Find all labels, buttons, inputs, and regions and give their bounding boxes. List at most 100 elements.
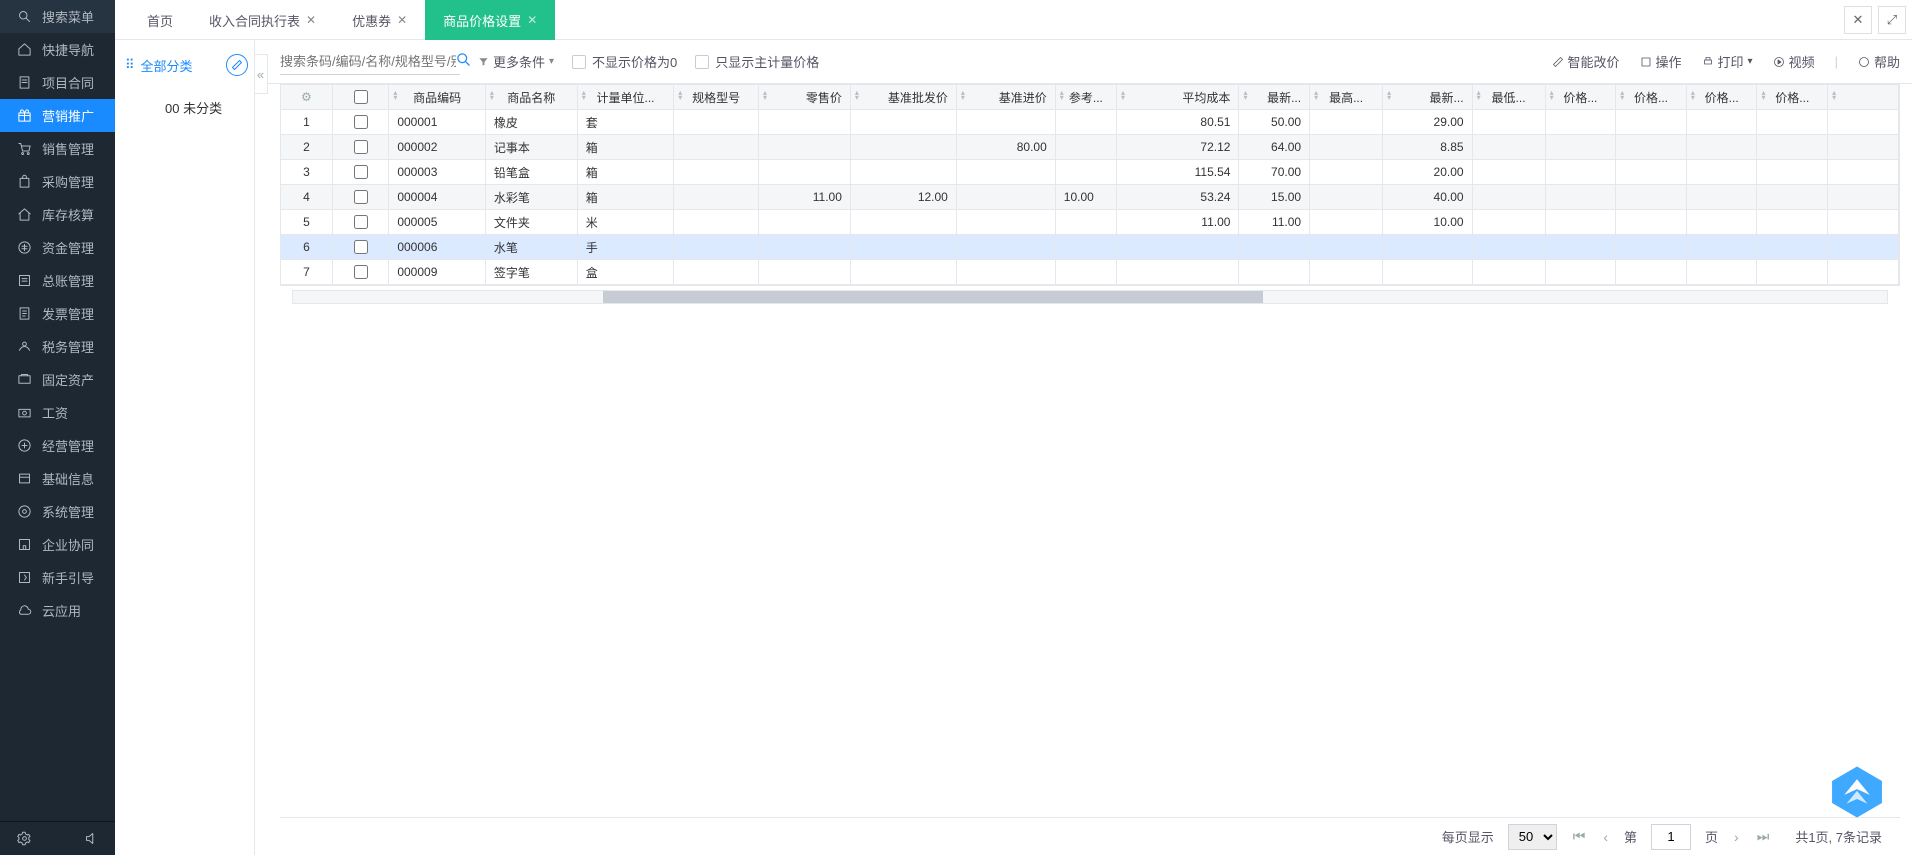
sort-icon[interactable]: ▴▾	[1060, 90, 1064, 100]
more-conditions-button[interactable]: 更多条件 ▾	[478, 52, 554, 71]
sidebar-item-doc[interactable]: 项目合同	[0, 66, 115, 99]
column-header[interactable]: ▴▾最低...	[1473, 85, 1546, 110]
close-icon[interactable]: ✕	[527, 13, 537, 27]
column-header[interactable]: ▴▾最高...	[1310, 85, 1383, 110]
first-page-button[interactable]: ⏮	[1571, 828, 1588, 845]
column-header[interactable]: ▴▾最新...	[1383, 85, 1472, 110]
sort-icon[interactable]: ▴▾	[961, 90, 965, 100]
sidebar-item-cart[interactable]: 销售管理	[0, 132, 115, 165]
table-row[interactable]: 6000006水笔手	[281, 235, 1899, 260]
column-header[interactable]: ▴▾价格...	[1546, 85, 1617, 110]
video-button[interactable]: 视频	[1773, 52, 1815, 71]
prev-page-button[interactable]: ‹	[1601, 829, 1610, 845]
column-header[interactable]: ▴▾参考...	[1056, 85, 1117, 110]
table-row[interactable]: 1000001橡皮套80.5150.0029.00	[281, 110, 1899, 135]
column-header[interactable]: ▴▾零售价	[759, 85, 851, 110]
category-tree-item[interactable]: 00 未分类	[125, 94, 248, 121]
sort-icon[interactable]: ▴▾	[1477, 90, 1481, 100]
sidebar-item-house[interactable]: 库存核算	[0, 198, 115, 231]
sort-icon[interactable]: ▴▾	[1691, 90, 1695, 100]
sidebar-item-asset[interactable]: 固定资产	[0, 363, 115, 396]
all-categories-label[interactable]: 全部分类	[141, 56, 193, 75]
search-icon[interactable]	[456, 52, 471, 70]
sidebar-item-biz[interactable]: 经营管理	[0, 429, 115, 462]
help-button[interactable]: 帮助	[1858, 52, 1900, 71]
row-checkbox[interactable]	[354, 140, 368, 154]
print-button[interactable]: 打印▾	[1702, 52, 1753, 71]
table-row[interactable]: 7000009签字笔盒	[281, 260, 1899, 285]
sort-icon[interactable]: ▴▾	[1243, 90, 1247, 100]
sidebar-item-home[interactable]: 快捷导航	[0, 33, 115, 66]
table-row[interactable]: 5000005文件夹米11.0011.0010.00	[281, 210, 1899, 235]
column-header[interactable]: ▴▾最新...	[1239, 85, 1310, 110]
row-checkbox[interactable]	[354, 215, 368, 229]
only-main-checkbox[interactable]: 只显示主计量价格	[695, 52, 819, 71]
collapse-left-panel-button[interactable]: «	[254, 54, 268, 94]
sound-icon[interactable]	[83, 831, 99, 847]
sidebar-item-coin[interactable]: 资金管理	[0, 231, 115, 264]
sort-icon[interactable]: ▴▾	[1121, 90, 1125, 100]
sort-icon[interactable]: ▴▾	[1387, 90, 1391, 100]
column-header[interactable]: ▴▾平均成本	[1117, 85, 1239, 110]
sidebar-item-invoice[interactable]: 发票管理	[0, 297, 115, 330]
tab[interactable]: 收入合同执行表✕	[191, 0, 334, 40]
tabs-expand-button[interactable]: ⤢	[1878, 6, 1906, 34]
edit-categories-button[interactable]	[226, 54, 248, 76]
sidebar-item-cloud[interactable]: 云应用	[0, 594, 115, 627]
column-header[interactable]: ⚙	[281, 85, 333, 110]
table-row[interactable]: 2000002记事本箱80.0072.1264.008.85	[281, 135, 1899, 160]
column-header[interactable]: ▴▾基准进价	[957, 85, 1056, 110]
next-page-button[interactable]: ›	[1732, 829, 1741, 845]
smart-edit-button[interactable]: 智能改价	[1552, 52, 1620, 71]
column-header[interactable]: ▴▾	[1828, 85, 1899, 110]
sort-icon[interactable]: ▴▾	[1761, 90, 1765, 100]
tab[interactable]: 首页	[129, 0, 191, 40]
sort-icon[interactable]: ▴▾	[393, 90, 397, 100]
column-header[interactable]: ▴▾价格...	[1687, 85, 1758, 110]
sidebar-item-tax[interactable]: 税务管理	[0, 330, 115, 363]
column-header[interactable]: ▴▾商品编码	[389, 85, 486, 110]
column-header[interactable]: ▴▾价格...	[1757, 85, 1828, 110]
column-header[interactable]: ▴▾商品名称	[486, 85, 578, 110]
row-checkbox[interactable]	[354, 115, 368, 129]
search-input[interactable]	[280, 54, 456, 69]
column-header[interactable]: ▴▾规格型号	[674, 85, 759, 110]
search-field[interactable]	[280, 48, 460, 75]
column-header[interactable]: ▴▾计量单位...	[578, 85, 675, 110]
sort-icon[interactable]: ▴▾	[490, 90, 494, 100]
sidebar-item-team[interactable]: 企业协同	[0, 528, 115, 561]
row-checkbox[interactable]	[354, 240, 368, 254]
sort-icon[interactable]: ▴▾	[1550, 90, 1554, 100]
last-page-button[interactable]: ⏭	[1755, 828, 1772, 845]
page-input[interactable]	[1651, 824, 1691, 850]
table-row[interactable]: 4000004水彩笔箱11.0012.0010.0053.2415.0040.0…	[281, 185, 1899, 210]
column-header[interactable]: ▴▾价格...	[1616, 85, 1687, 110]
tab[interactable]: 优惠券✕	[334, 0, 425, 40]
sidebar-item-guide[interactable]: 新手引导	[0, 561, 115, 594]
hide-zero-checkbox[interactable]: 不显示价格为0	[572, 52, 677, 71]
sort-icon[interactable]: ▴▾	[678, 90, 682, 100]
sidebar-item-ledger[interactable]: 总账管理	[0, 264, 115, 297]
operate-button[interactable]: 操作	[1640, 52, 1682, 71]
assistant-badge[interactable]	[1828, 763, 1886, 821]
gear-icon[interactable]: ⚙	[301, 90, 312, 104]
row-checkbox[interactable]	[354, 265, 368, 279]
column-header[interactable]: ▴▾基准批发价	[851, 85, 957, 110]
sort-icon[interactable]: ▴▾	[763, 90, 767, 100]
settings-icon[interactable]	[16, 831, 32, 847]
sidebar-item-salary[interactable]: 工资	[0, 396, 115, 429]
close-icon[interactable]: ✕	[306, 13, 316, 27]
sort-icon[interactable]: ▴▾	[855, 90, 859, 100]
sidebar-item-bag[interactable]: 采购管理	[0, 165, 115, 198]
sidebar-item-base[interactable]: 基础信息	[0, 462, 115, 495]
tab[interactable]: 商品价格设置✕	[425, 0, 555, 40]
select-all-checkbox[interactable]	[354, 90, 368, 104]
sort-icon[interactable]: ▴▾	[1314, 90, 1318, 100]
tabs-close-button[interactable]: ✕	[1844, 6, 1872, 34]
sidebar-item-search[interactable]: 搜索菜单	[0, 0, 115, 33]
row-checkbox[interactable]	[354, 190, 368, 204]
sort-icon[interactable]: ▴▾	[582, 90, 586, 100]
close-icon[interactable]: ✕	[397, 13, 407, 27]
column-header[interactable]	[333, 85, 390, 110]
table-row[interactable]: 3000003铅笔盒箱115.5470.0020.00	[281, 160, 1899, 185]
